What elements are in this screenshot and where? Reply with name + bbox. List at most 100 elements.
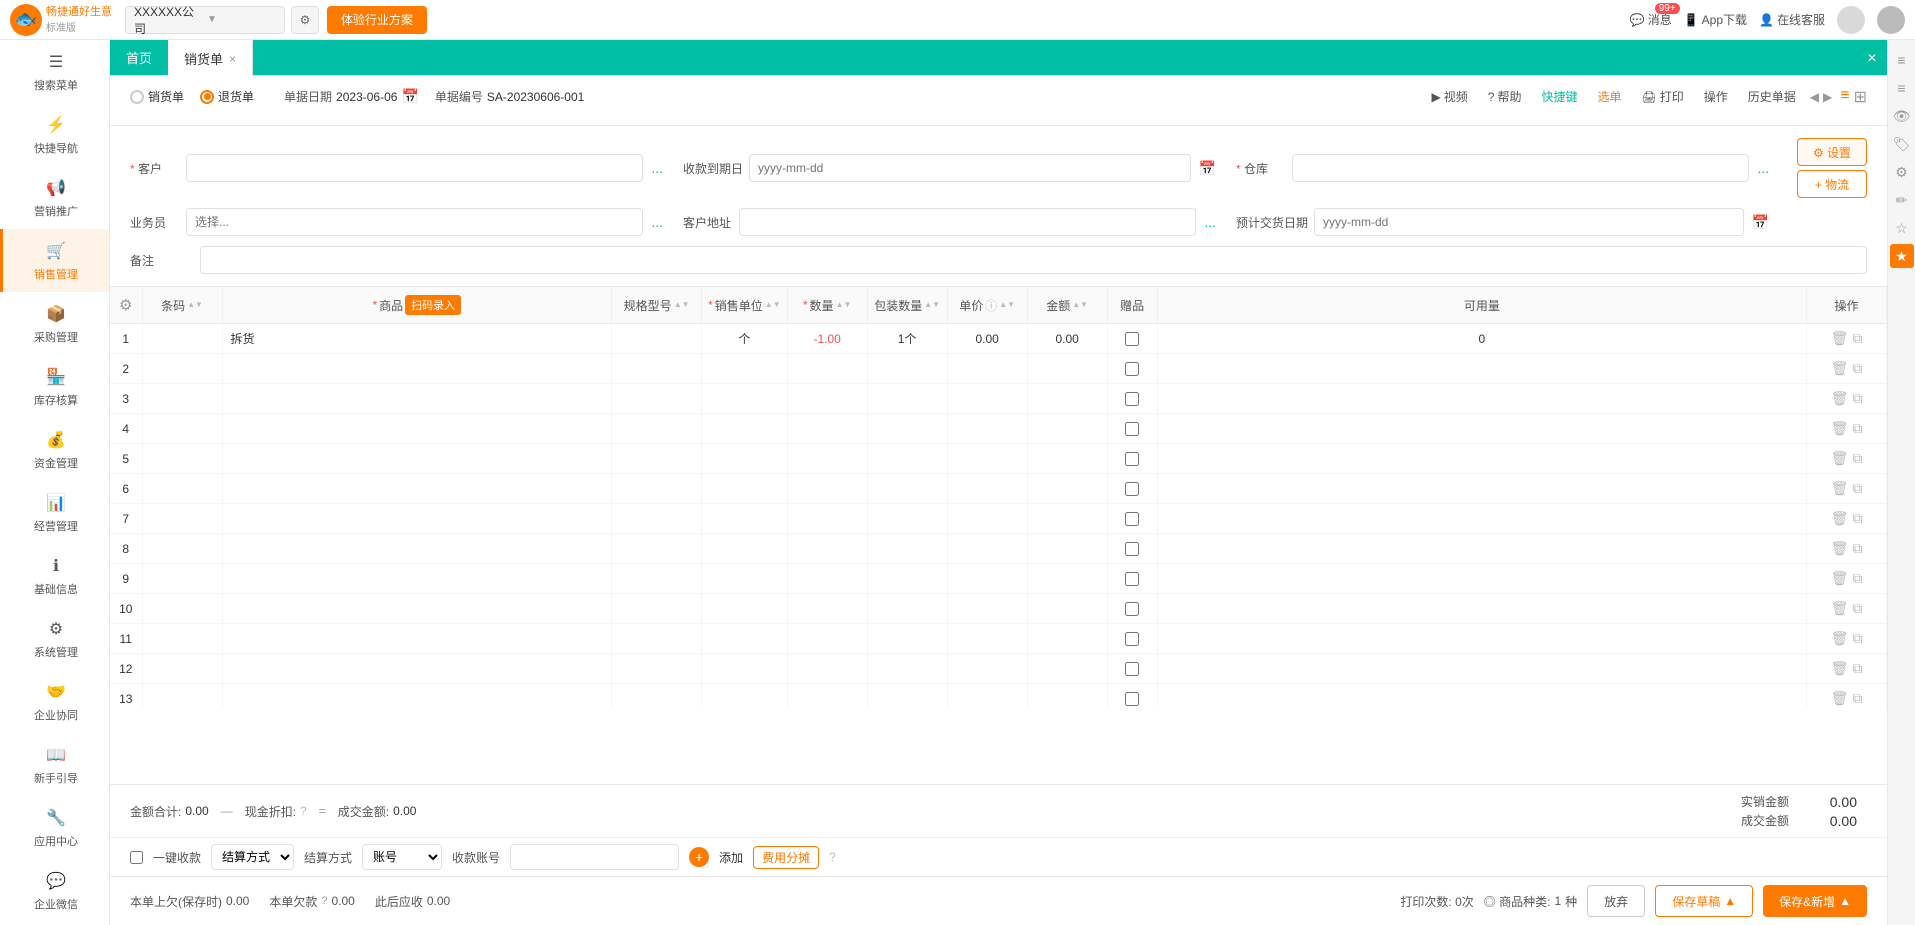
rp-edit-icon[interactable]: ✏ xyxy=(1890,188,1914,212)
customer-addr-input[interactable] xyxy=(739,208,1196,236)
settings-button[interactable]: ⚙ xyxy=(291,6,319,34)
trial-button[interactable]: 体验行业方案 xyxy=(327,6,427,34)
sidebar-item-operations[interactable]: 📊 经营管理 xyxy=(0,481,109,544)
copy-row-icon[interactable]: ⧉ xyxy=(1852,390,1862,407)
sidebar-item-apps[interactable]: 🔧 应用中心 xyxy=(0,796,109,859)
expected-date-input[interactable] xyxy=(1314,208,1744,236)
scan-button[interactable]: 扫码录入 xyxy=(405,295,461,315)
delete-row-icon[interactable]: 🗑 xyxy=(1831,330,1849,347)
one-click-payment-checkbox[interactable] xyxy=(130,851,143,864)
delete-row-icon[interactable]: 🗑 xyxy=(1831,540,1849,557)
copy-row-icon[interactable]: ⧉ xyxy=(1852,450,1862,467)
shortcut-btn[interactable]: 快捷键 xyxy=(1535,86,1583,107)
sidebar-item-basic-info[interactable]: ℹ 基础信息 xyxy=(0,544,109,607)
sidebar-item-purchase[interactable]: 📦 采购管理 xyxy=(0,292,109,355)
gift-checkbox[interactable] xyxy=(1125,542,1139,556)
table-container[interactable]: ⚙ 条码 ▲▼ xyxy=(110,287,1887,707)
message-button[interactable]: 💬 消息 99+ xyxy=(1630,11,1672,28)
list-view-icon[interactable]: ≡ xyxy=(1840,87,1849,107)
payment-account-select[interactable]: 账号 xyxy=(362,844,442,870)
avatar-2[interactable] xyxy=(1877,6,1905,34)
copy-row-icon[interactable]: ⧉ xyxy=(1852,510,1862,527)
delete-row-icon[interactable]: 🗑 xyxy=(1831,660,1849,677)
gift-checkbox[interactable] xyxy=(1125,602,1139,616)
warehouse-input[interactable]: 建材仓 xyxy=(1292,154,1749,182)
delete-row-icon[interactable]: 🗑 xyxy=(1831,480,1849,497)
sidebar-item-system[interactable]: ⚙ 系统管理 xyxy=(0,607,109,670)
gift-checkbox[interactable] xyxy=(1125,662,1139,676)
save-new-button[interactable]: 保存&新增 ▲ xyxy=(1763,885,1867,917)
app-download-button[interactable]: 📱 App下载 xyxy=(1684,11,1747,28)
copy-row-icon[interactable]: ⧉ xyxy=(1852,570,1862,587)
sidebar-item-quick-nav[interactable]: ⚡ 快捷导航 xyxy=(0,103,109,166)
payment-due-input[interactable] xyxy=(749,154,1191,182)
calendar-due-icon[interactable]: 📅 xyxy=(1199,160,1216,177)
copy-row-icon[interactable]: ⧉ xyxy=(1852,420,1862,437)
delete-row-icon[interactable]: 🗑 xyxy=(1831,360,1849,377)
copy-row-icon[interactable]: ⧉ xyxy=(1852,630,1862,647)
abandon-button[interactable]: 放弃 xyxy=(1587,885,1645,917)
gift-checkbox[interactable] xyxy=(1125,422,1139,436)
copy-row-icon[interactable]: ⧉ xyxy=(1852,540,1862,557)
gift-checkbox[interactable] xyxy=(1125,332,1139,346)
payment-amount-input[interactable] xyxy=(510,844,679,870)
expense-btn[interactable]: 费用分摊 xyxy=(753,846,819,869)
tab-home[interactable]: 首页 xyxy=(110,40,168,76)
gift-checkbox[interactable] xyxy=(1125,692,1139,706)
save-draft-button[interactable]: 保存草稿 ▲ xyxy=(1655,885,1753,917)
gift-checkbox[interactable] xyxy=(1125,452,1139,466)
gift-checkbox[interactable] xyxy=(1125,512,1139,526)
sidebar-item-cooperation[interactable]: 🤝 企业协同 xyxy=(0,670,109,733)
rp-tag-icon[interactable]: 🏷 xyxy=(1890,132,1914,156)
delete-row-icon[interactable]: 🗑 xyxy=(1831,450,1849,467)
delete-row-icon[interactable]: 🗑 xyxy=(1831,390,1849,407)
sidebar-item-inventory[interactable]: 🏪 库存核算 xyxy=(0,355,109,418)
rp-list-icon[interactable]: ≡ xyxy=(1890,48,1914,72)
col-settings[interactable]: ⚙ xyxy=(110,287,142,324)
calendar-icon[interactable]: 📅 xyxy=(401,88,418,105)
print-btn[interactable]: 🖨 打印 xyxy=(1636,86,1690,107)
next-icon[interactable]: ▶ xyxy=(1823,90,1832,104)
help-btn[interactable]: ? 帮助 xyxy=(1482,86,1528,107)
payment-method-select[interactable]: 结算方式 xyxy=(211,844,294,870)
copy-row-icon[interactable]: ⧉ xyxy=(1852,480,1862,497)
copy-row-icon[interactable]: ⧉ xyxy=(1852,330,1862,347)
salesman-input[interactable] xyxy=(186,208,643,236)
copy-row-icon[interactable]: ⧉ xyxy=(1852,360,1862,377)
calendar-expected-icon[interactable]: 📅 xyxy=(1752,214,1769,231)
sidebar-item-search[interactable]: ☰ 搜索菜单 xyxy=(0,40,109,103)
rp-active-icon[interactable]: ★ xyxy=(1890,244,1914,268)
sidebar-item-marketing[interactable]: 📢 营销推广 xyxy=(0,166,109,229)
salesman-more-icon[interactable]: ... xyxy=(651,214,663,230)
radio-sales[interactable]: 销货单 xyxy=(130,88,184,105)
avatar[interactable] xyxy=(1837,6,1865,34)
delete-row-icon[interactable]: 🗑 xyxy=(1831,690,1849,707)
sidebar-item-wechat[interactable]: 💬 企业微信 xyxy=(0,859,109,922)
copy-row-icon[interactable]: ⧉ xyxy=(1852,600,1862,617)
settings-side-btn[interactable]: ⚙ 设置 xyxy=(1797,138,1867,166)
customer-more-icon[interactable]: ... xyxy=(651,160,663,176)
grid-view-icon[interactable]: ⊞ xyxy=(1854,87,1867,107)
history-btn[interactable]: 历史单据 xyxy=(1742,86,1802,107)
tab-close-icon[interactable]: × xyxy=(229,52,236,66)
delete-row-icon[interactable]: 🗑 xyxy=(1831,600,1849,617)
rp-list2-icon[interactable]: ≡ xyxy=(1890,76,1914,100)
delete-row-icon[interactable]: 🗑 xyxy=(1831,570,1849,587)
operation-btn[interactable]: 操作 xyxy=(1698,86,1734,107)
gift-checkbox[interactable] xyxy=(1125,362,1139,376)
video-btn[interactable]: ▶ 视频 xyxy=(1426,86,1474,107)
delete-row-icon[interactable]: 🗑 xyxy=(1831,510,1849,527)
warehouse-more-icon[interactable]: ... xyxy=(1757,160,1769,176)
radio-return[interactable]: 退货单 xyxy=(200,88,254,105)
rp-eye-icon[interactable]: 👁 xyxy=(1890,104,1914,128)
select-bill-btn[interactable]: 选单 xyxy=(1591,86,1627,107)
close-window-icon[interactable]: ✕ xyxy=(1867,51,1877,65)
prev-icon[interactable]: ◀ xyxy=(1810,90,1819,104)
gift-checkbox[interactable] xyxy=(1125,632,1139,646)
payment-add-button[interactable]: + xyxy=(689,847,709,867)
remarks-input[interactable] xyxy=(200,246,1867,274)
sidebar-item-finance[interactable]: 💰 资金管理 xyxy=(0,418,109,481)
copy-row-icon[interactable]: ⧉ xyxy=(1852,690,1862,707)
logistics-btn[interactable]: + 物流 xyxy=(1797,170,1867,198)
gift-checkbox[interactable] xyxy=(1125,572,1139,586)
